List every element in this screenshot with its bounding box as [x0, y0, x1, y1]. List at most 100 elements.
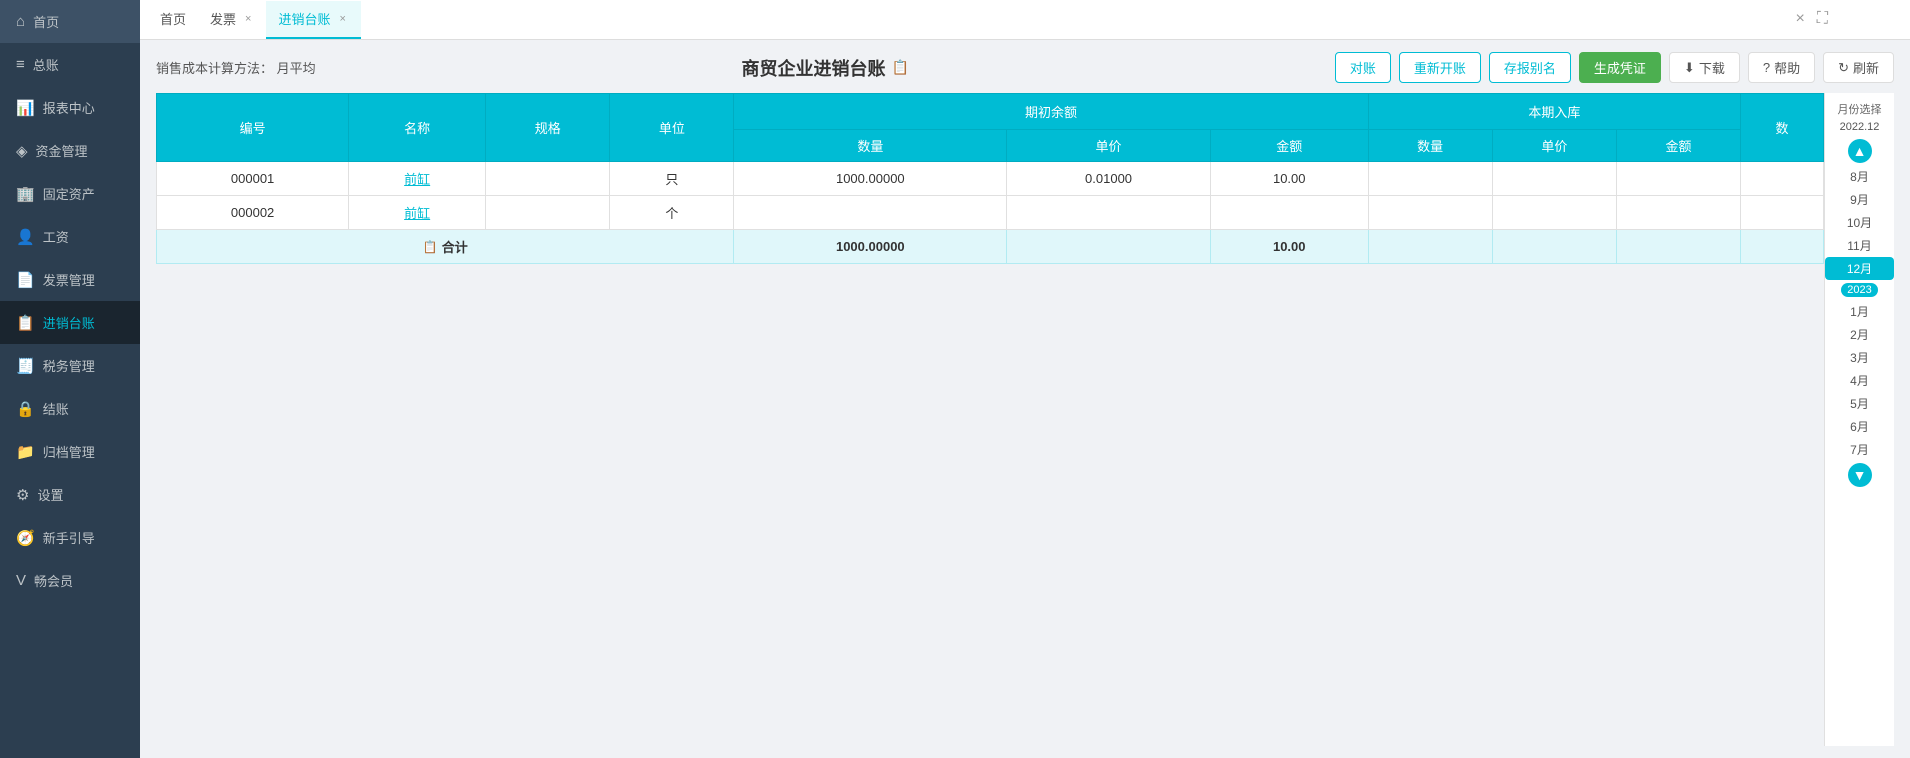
inventory-icon: 📋: [16, 314, 35, 332]
cell-amount-in: [1616, 162, 1740, 196]
total-label-cell: 📋 合计: [157, 230, 734, 264]
sidebar-item-home[interactable]: ⌂ 首页: [0, 0, 140, 43]
close-button[interactable]: ×: [1793, 8, 1806, 30]
cell-id: 000001: [157, 162, 349, 196]
sidebar-item-settings[interactable]: ⚙ 设置: [0, 473, 140, 516]
sidebar-item-guide[interactable]: 🧭 新手引导: [0, 516, 140, 559]
col-header-qty-init: 数量: [734, 130, 1007, 162]
month-item-5[interactable]: 5月: [1825, 392, 1894, 415]
toolbar-buttons: 对账 重新开账 存报别名 生成凭证 ⬇ 下载 ? 帮助 ↻ 刷新: [1335, 52, 1894, 83]
table-row: 000001 前缸 只 1000.00000 0.01000 10.00: [157, 162, 1824, 196]
tab-bar: 首页 发票 × 进销台账 ×: [140, 0, 1910, 40]
cell-amount-init: [1210, 196, 1368, 230]
col-header-qty-in: 数量: [1368, 130, 1492, 162]
salary-icon: 👤: [16, 228, 35, 246]
month-item-12[interactable]: 12月: [1825, 257, 1894, 280]
reports-icon: 📊: [16, 99, 35, 117]
cell-amount-in: [1616, 196, 1740, 230]
month-item-2[interactable]: 2月: [1825, 323, 1894, 346]
sidebar-item-member[interactable]: V 畅会员: [0, 559, 140, 602]
cell-name[interactable]: 前缸: [349, 196, 486, 230]
month-panel: 月份选择 2022.12 ▲ 8月 9月 10月 11月 12月 2023 1月…: [1824, 93, 1894, 746]
help-button[interactable]: ? 帮助: [1748, 52, 1815, 83]
save-as-button[interactable]: 存报别名: [1489, 52, 1571, 83]
archive-icon: 📁: [16, 443, 35, 461]
download-icon: ⬇: [1684, 60, 1695, 76]
cell-qty-init: [734, 196, 1007, 230]
window-controls: × ⛶: [1793, 8, 1830, 30]
sidebar-item-reports[interactable]: 📊 报表中心: [0, 86, 140, 129]
month-item-3[interactable]: 3月: [1825, 346, 1894, 369]
generate-button[interactable]: 生成凭证: [1579, 52, 1661, 83]
tab-inventory[interactable]: 进销台账 ×: [266, 1, 360, 39]
cell-spec: [486, 162, 610, 196]
month-item-11[interactable]: 11月: [1825, 234, 1894, 257]
col-header-opening: 期初余额: [734, 94, 1368, 130]
sidebar: ⌂ 首页 ≡ 总账 📊 报表中心 ◈ 资金管理 🏢 固定资产 👤 工资 📄 发票…: [0, 0, 140, 758]
table-container[interactable]: 编号 名称 规格 单位 期初余额 本期入库 数 数量 单价 金额 数: [156, 93, 1824, 746]
tax-icon: 🧾: [16, 357, 35, 375]
cell-id: 000002: [157, 196, 349, 230]
col-header-unit: 单位: [610, 94, 734, 162]
sidebar-item-invoice-mgmt[interactable]: 📄 发票管理: [0, 258, 140, 301]
month-scroll-up[interactable]: ▲: [1848, 139, 1872, 163]
total-amount-init: 10.00: [1210, 230, 1368, 264]
sidebar-item-archive[interactable]: 📁 归档管理: [0, 430, 140, 473]
tab-inventory-close[interactable]: ×: [336, 12, 348, 26]
col-header-amount-init: 金额: [1210, 130, 1368, 162]
tab-invoice[interactable]: 发票 ×: [198, 1, 266, 39]
cell-spec: [486, 196, 610, 230]
month-item-8[interactable]: 8月: [1825, 165, 1894, 188]
tab-invoice-close[interactable]: ×: [242, 12, 254, 26]
settings-icon: ⚙: [16, 486, 29, 504]
month-scroll-down[interactable]: ▼: [1848, 463, 1872, 487]
col-header-more: 数: [1741, 94, 1824, 162]
assets-icon: 🏢: [16, 185, 35, 203]
total-row: 📋 合计 1000.00000 10.00: [157, 230, 1824, 264]
match-button[interactable]: 对账: [1335, 52, 1391, 83]
month-panel-title: 月份选择: [1838, 101, 1882, 117]
month-item-10[interactable]: 10月: [1825, 211, 1894, 234]
cell-price-init: [1007, 196, 1211, 230]
closing-icon: 🔒: [16, 400, 35, 418]
total-price-in: [1492, 230, 1616, 264]
col-header-inbound: 本期入库: [1368, 94, 1741, 130]
table-row: 000002 前缸 个: [157, 196, 1824, 230]
sidebar-item-salary[interactable]: 👤 工资: [0, 215, 140, 258]
guide-icon: 🧭: [16, 529, 35, 547]
sidebar-item-ledger[interactable]: ≡ 总账: [0, 43, 140, 86]
maximize-button[interactable]: ⛶: [1815, 8, 1830, 30]
cell-price-in: [1492, 196, 1616, 230]
inventory-table: 编号 名称 规格 单位 期初余额 本期入库 数 数量 单价 金额 数: [156, 93, 1824, 264]
month-item-7[interactable]: 7月: [1825, 438, 1894, 461]
col-header-amount-in: 金额: [1616, 130, 1740, 162]
finance-icon: ◈: [16, 142, 28, 160]
title-info-icon[interactable]: 📋: [892, 59, 909, 76]
refresh-button[interactable]: ↻ 刷新: [1823, 52, 1894, 83]
sidebar-item-closing[interactable]: 🔒 结账: [0, 387, 140, 430]
reopen-button[interactable]: 重新开账: [1399, 52, 1481, 83]
col-header-spec: 规格: [486, 94, 610, 162]
help-icon: ?: [1763, 60, 1770, 75]
month-item-1[interactable]: 1月: [1825, 300, 1894, 323]
month-item-9[interactable]: 9月: [1825, 188, 1894, 211]
total-icon: 📋: [423, 240, 438, 254]
year-badge-2023: 2023: [1841, 283, 1877, 297]
cell-name[interactable]: 前缸: [349, 162, 486, 196]
invoice-mgmt-icon: 📄: [16, 271, 35, 289]
month-item-6[interactable]: 6月: [1825, 415, 1894, 438]
sidebar-item-inventory[interactable]: 📋 进销台账: [0, 301, 140, 344]
cell-qty-in: [1368, 162, 1492, 196]
download-button[interactable]: ⬇ 下载: [1669, 52, 1740, 83]
cost-method: 销售成本计算方法： 月平均: [156, 58, 316, 77]
member-icon: V: [16, 572, 26, 589]
sidebar-item-finance[interactable]: ◈ 资金管理: [0, 129, 140, 172]
tab-home[interactable]: 首页: [148, 1, 198, 39]
total-qty-in: [1368, 230, 1492, 264]
month-item-4[interactable]: 4月: [1825, 369, 1894, 392]
sidebar-item-tax[interactable]: 🧾 税务管理: [0, 344, 140, 387]
sidebar-item-assets[interactable]: 🏢 固定资产: [0, 172, 140, 215]
total-amount-in: [1616, 230, 1740, 264]
refresh-icon: ↻: [1838, 60, 1849, 76]
total-more: [1741, 230, 1824, 264]
